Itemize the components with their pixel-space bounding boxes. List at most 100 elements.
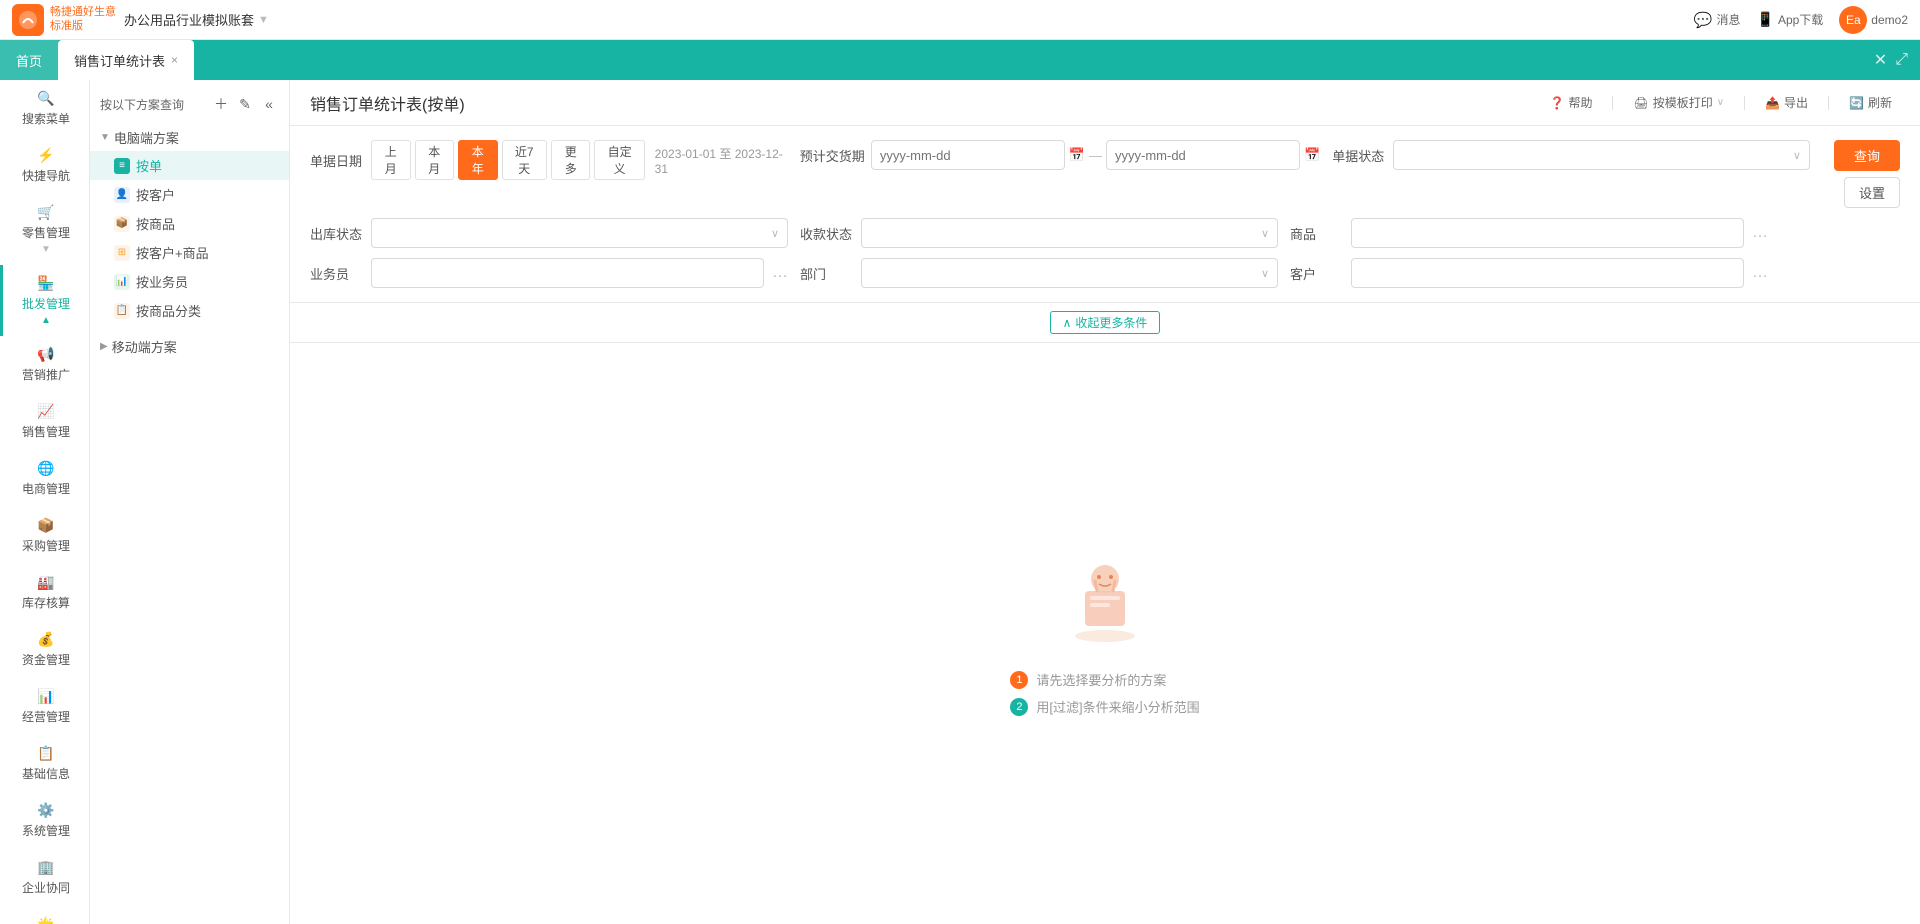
- sidebar-item-inventory[interactable]: 🏭 库存核算: [0, 564, 89, 621]
- date-filter-label: 单据日期: [310, 151, 365, 170]
- user-area[interactable]: Ea demo2: [1839, 6, 1908, 34]
- expected-date-range: 📅 — 📅: [871, 140, 1320, 170]
- date-btn-more[interactable]: 更多: [551, 140, 591, 180]
- sidebar-item-sales[interactable]: 📈 销售管理: [0, 393, 89, 450]
- date-btn-custom[interactable]: 自定义: [594, 140, 644, 180]
- date-btn-last7[interactable]: 近7天: [502, 140, 547, 180]
- expected-date-start[interactable]: [871, 140, 1065, 170]
- scheme-add-btn[interactable]: ＋: [211, 94, 231, 114]
- scheme-panel-header: 按以下方案查询 ＋ ✎ «: [90, 88, 289, 120]
- marketing-icon: 📢: [37, 346, 54, 363]
- topbar: 畅捷通好生意 标准版 办公用品行业模拟账套 ▼ 💬 消息 📱 App下载 Ea …: [0, 0, 1920, 40]
- scheme-item-salesman[interactable]: 📊 按业务员: [90, 267, 289, 296]
- refresh-btn[interactable]: 🔄 刷新: [1841, 90, 1900, 115]
- status-filter-group: 单据状态 ∨: [1332, 140, 1810, 170]
- payment-filter-group: 收款状态 ∨: [800, 218, 1278, 248]
- empty-state: 1 请先选择要分析的方案 2 用[过滤]条件来缩小分析范围: [290, 343, 1920, 924]
- page-actions: ❓ 帮助 🖨 按模板打印 ∨ 📤 导出: [1542, 90, 1900, 115]
- product-filter-group: 商品 …: [1290, 218, 1768, 248]
- logo-text: 畅捷通好生意 标准版: [50, 6, 116, 32]
- tab-home[interactable]: 首页: [0, 40, 58, 80]
- help-btn[interactable]: ❓ 帮助: [1542, 90, 1601, 115]
- help-label: 帮助: [1568, 94, 1592, 111]
- window-maximize-btn[interactable]: ⤢: [1895, 51, 1908, 69]
- delivery-filter-label: 出库状态: [310, 224, 365, 243]
- collapse-btn[interactable]: ∧ 收起更多条件: [1050, 311, 1161, 334]
- scheme-collapse-btn[interactable]: «: [259, 94, 279, 114]
- set-button[interactable]: 设置: [1844, 177, 1900, 208]
- customer-filter-label: 客户: [1290, 264, 1345, 283]
- sidebar-wholesale-label: 批发管理: [22, 295, 70, 312]
- date-btn-this-year[interactable]: 本年: [458, 140, 498, 180]
- status-filter-label: 单据状态: [1332, 146, 1387, 165]
- scheme-item-product[interactable]: 📦 按商品: [90, 209, 289, 238]
- workspace-selector[interactable]: 办公用品行业模拟账套 ▼: [124, 10, 269, 29]
- sidebar-item-wholesale[interactable]: 🏪 批发管理 ▲: [0, 265, 89, 336]
- expected-date-calendar1-icon[interactable]: 📅: [1069, 147, 1085, 163]
- product-filter-label: 商品: [1290, 224, 1345, 243]
- system-icon: ⚙️: [37, 802, 54, 819]
- sidebar-marketing-label: 营销推广: [22, 366, 70, 383]
- product-input[interactable]: [1351, 218, 1744, 248]
- date-btn-last-month[interactable]: 上月: [371, 140, 411, 180]
- sidebar-retail-label: 零售管理: [22, 224, 70, 241]
- print-icon: 🖨: [1633, 96, 1648, 110]
- salesman-input[interactable]: [371, 258, 764, 288]
- filter-row3: 业务员 … 部门 ∨ 客户 …: [310, 258, 1900, 288]
- scheme-group-mobile-header[interactable]: ▶ 移动端方案: [90, 333, 289, 360]
- topbar-right: 💬 消息 📱 App下载 Ea demo2: [1694, 6, 1908, 34]
- sidebar-item-marketing[interactable]: 📢 营销推广: [0, 336, 89, 393]
- sidebar-item-quicknav[interactable]: ⚡ 快捷导航: [0, 137, 89, 194]
- delivery-select[interactable]: ∨: [371, 218, 788, 248]
- scheme-category-icon: 📋: [114, 303, 130, 319]
- dept-select[interactable]: ∨: [861, 258, 1278, 288]
- expected-date-end[interactable]: [1106, 140, 1300, 170]
- sidebar-item-enterprise[interactable]: 🏢 企业协同: [0, 849, 89, 906]
- tab-close-btn[interactable]: ×: [171, 53, 178, 67]
- sidebar-item-ops[interactable]: 📊 经营管理: [0, 678, 89, 735]
- scheme-cust-prod-icon: ⊞: [114, 245, 130, 261]
- sidebar-item-ecommerce[interactable]: 🌐 电商管理: [0, 450, 89, 507]
- tab-sales-order[interactable]: 销售订单统计表 ×: [58, 40, 194, 80]
- page-header: 销售订单统计表(按单) ❓ 帮助 🖨 按模板打印 ∨ 📤: [290, 80, 1920, 126]
- date-btn-this-month[interactable]: 本月: [415, 140, 455, 180]
- sidebar-finance-label: 资金管理: [22, 651, 70, 668]
- product-more-icon[interactable]: …: [1752, 224, 1768, 242]
- status-select[interactable]: ∨: [1393, 140, 1810, 170]
- customer-input[interactable]: [1351, 258, 1744, 288]
- sidebar-item-search[interactable]: 🔍 搜索菜单: [0, 80, 89, 137]
- window-close-btn[interactable]: ✕: [1874, 50, 1887, 70]
- scheme-item-category[interactable]: 📋 按商品分类: [90, 296, 289, 325]
- sidebar-item-purchase[interactable]: 📦 采购管理: [0, 507, 89, 564]
- step1-text: 请先选择要分析的方案: [1036, 670, 1166, 689]
- sidebar-item-system[interactable]: ⚙️ 系统管理: [0, 792, 89, 849]
- scheme-item-customer[interactable]: 👤 按客户: [90, 180, 289, 209]
- dept-filter-group: 部门 ∨: [800, 258, 1278, 288]
- scheme-edit-btn[interactable]: ✎: [235, 94, 255, 114]
- salesman-more-icon[interactable]: …: [772, 264, 788, 282]
- message-btn[interactable]: 💬 消息: [1694, 11, 1741, 29]
- export-btn[interactable]: 📤 导出: [1757, 90, 1816, 115]
- help-icon: ❓: [1550, 96, 1565, 110]
- empty-step2: 2 用[过滤]条件来缩小分析范围: [1010, 697, 1199, 716]
- tab-home-label: 首页: [16, 51, 42, 70]
- user-name: demo2: [1871, 13, 1908, 27]
- sidebar-item-finance[interactable]: 💰 资金管理: [0, 621, 89, 678]
- date-btns: 上月 本月 本年 近7天 更多 自定义: [371, 140, 645, 180]
- scheme-item-order[interactable]: ≡ 按单: [90, 151, 289, 180]
- sidebar-item-retail[interactable]: 🛒 零售管理 ▼: [0, 194, 89, 265]
- sidebar-quicknav-label: 快捷导航: [22, 167, 70, 184]
- date-filter-group: 单据日期 上月 本月 本年 近7天 更多 自定义 2023-01-01 至 20…: [310, 140, 788, 180]
- print-btn[interactable]: 🖨 按模板打印 ∨: [1625, 90, 1732, 115]
- sidebar-item-newuser[interactable]: 🌟 新手引导: [0, 906, 89, 924]
- scheme-group-pc-header[interactable]: ▼ 电脑端方案: [90, 124, 289, 151]
- salesman-filter-label: 业务员: [310, 264, 365, 283]
- query-button[interactable]: 查询: [1834, 140, 1900, 171]
- app-download-btn[interactable]: 📱 App下载: [1757, 11, 1824, 28]
- customer-more-icon[interactable]: …: [1752, 264, 1768, 282]
- scheme-item-cust-prod[interactable]: ⊞ 按客户+商品: [90, 238, 289, 267]
- sidebar-item-base[interactable]: 📋 基础信息: [0, 735, 89, 792]
- expected-date-calendar2-icon[interactable]: 📅: [1304, 147, 1320, 163]
- export-label: 导出: [1784, 94, 1808, 111]
- payment-select[interactable]: ∨: [861, 218, 1278, 248]
